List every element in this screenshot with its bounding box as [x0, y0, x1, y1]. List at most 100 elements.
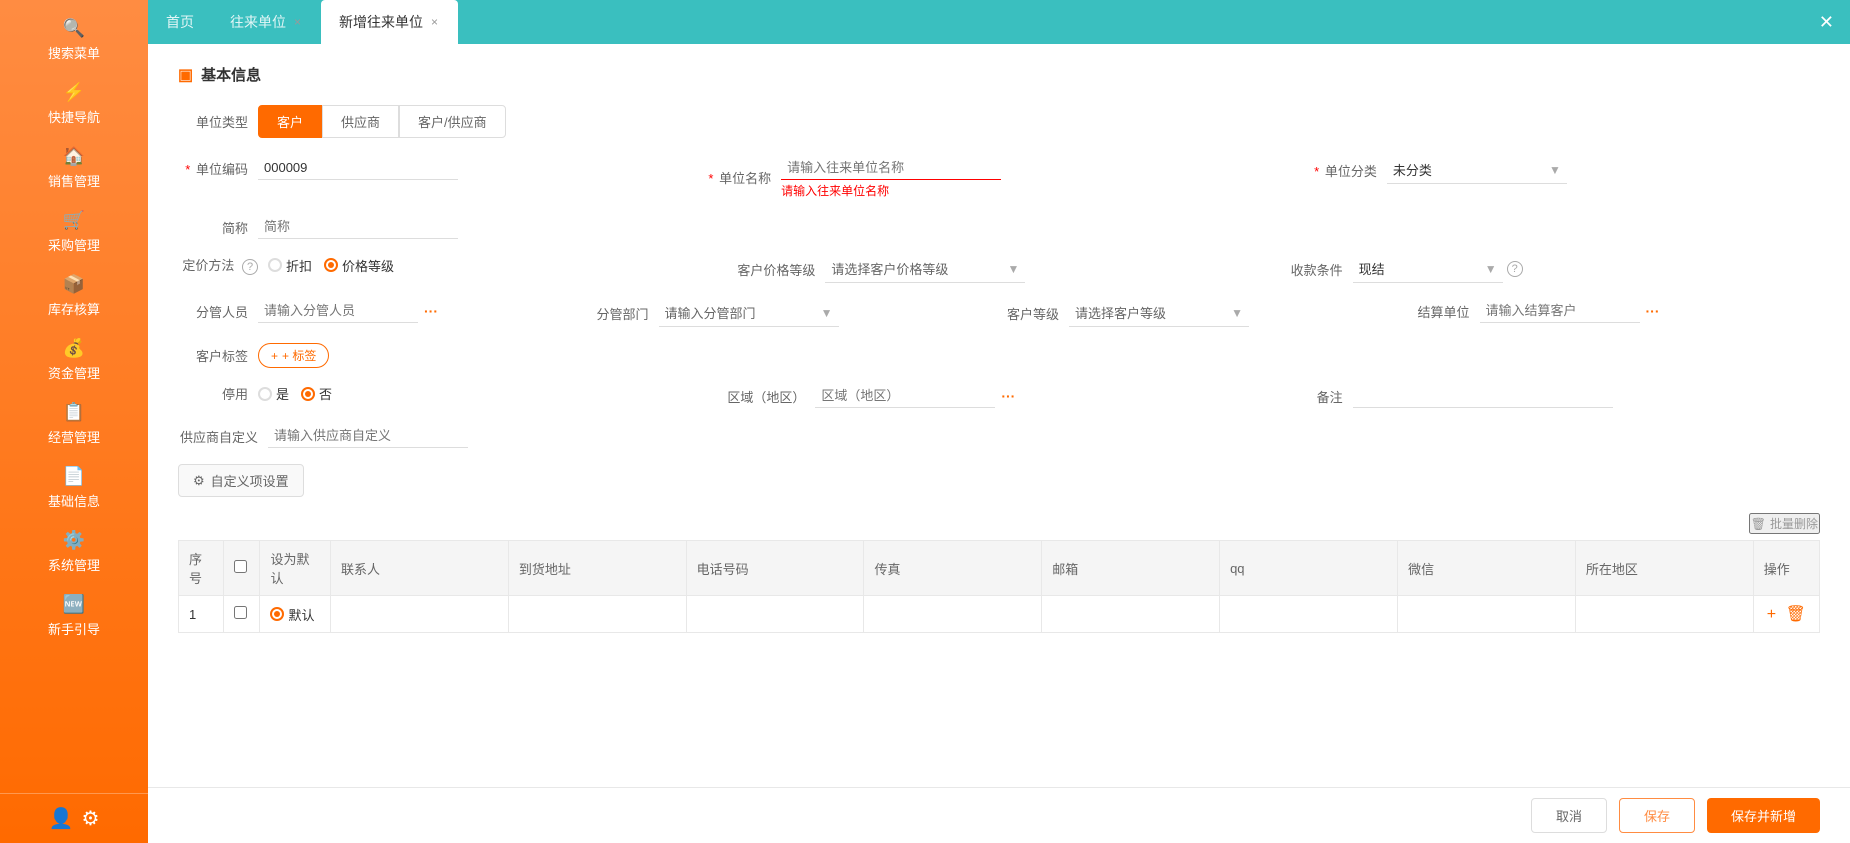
- pricing-radio-group: 折扣 价格等级: [268, 256, 394, 275]
- sidebar-item-basic-info[interactable]: 📄 基础信息: [0, 456, 148, 520]
- tab-new-contact-close[interactable]: ×: [429, 15, 440, 29]
- user-icon[interactable]: 👤: [49, 806, 74, 831]
- tab-home[interactable]: 首页: [148, 0, 212, 44]
- customer-level-placeholder: 请选择客户等级: [1075, 303, 1227, 322]
- batch-delete-row: 🗑 批量删除: [178, 513, 1820, 534]
- dropdown-arrow-icon: ▼: [1485, 262, 1497, 276]
- col-phone: 电话号码: [686, 541, 864, 596]
- row-contact[interactable]: [331, 596, 509, 633]
- row-default-radio-circle: [270, 607, 284, 621]
- sidebar-item-operation[interactable]: 📋 经营管理: [0, 392, 148, 456]
- custom-settings-button[interactable]: ⚙ 自定义项设置: [178, 464, 304, 497]
- manager-label: 分管人员: [178, 302, 258, 321]
- delete-row-button[interactable]: 🗑: [1783, 604, 1809, 624]
- unit-code-input[interactable]: [258, 156, 458, 180]
- window-close-button[interactable]: ✕: [1819, 12, 1850, 33]
- section-title-text: 基本信息: [201, 64, 261, 85]
- row-default-label: 默认: [288, 605, 314, 624]
- sidebar: 🔍 搜索菜单 ⚡ 快捷导航 🏠 销售管理 🛒 采购管理 📦 库存核算 💰 资金管…: [0, 0, 148, 843]
- tab-bar: 首页 往来单位 × 新增往来单位 × ✕: [148, 0, 1850, 44]
- table-header-row: 序号 设为默认 联系人 到货地址 电话号码 传真 邮箱 qq 微信 所在地区 操…: [179, 541, 1820, 596]
- radio-price-level-circle: [324, 258, 338, 272]
- manager-input[interactable]: [258, 299, 418, 323]
- unit-name-error: 请输入往来单位名称: [781, 182, 1001, 199]
- row-management: 分管人员 ··· 分管部门 请输入分管部门 ▼ 客户等级 请选择客户等级 ▼: [178, 299, 1820, 327]
- unit-name-input[interactable]: [781, 156, 1001, 180]
- radio-no[interactable]: 否: [301, 384, 332, 403]
- sidebar-item-quick-nav[interactable]: ⚡ 快捷导航: [0, 72, 148, 136]
- row-abbreviation: 简称: [178, 215, 1820, 239]
- row-supplier-custom: 供应商自定义: [178, 424, 1820, 448]
- disabled-radio-group: 是 否: [258, 384, 332, 403]
- tab-new-contact[interactable]: 新增往来单位 ×: [321, 0, 458, 44]
- contact-input[interactable]: [341, 607, 498, 622]
- unit-category-label: * 单位分类: [1307, 161, 1387, 180]
- tab-contacts-close[interactable]: ×: [292, 15, 303, 29]
- sidebar-item-system[interactable]: ⚙️ 系统管理: [0, 520, 148, 584]
- radio-yes[interactable]: 是: [258, 384, 289, 403]
- email-input[interactable]: [1052, 607, 1209, 622]
- sidebar-item-purchase[interactable]: 🛒 采购管理: [0, 200, 148, 264]
- row-phone[interactable]: [686, 596, 864, 633]
- customer-price-level-select[interactable]: 请选择客户价格等级 ▼: [825, 255, 1025, 283]
- add-row-button[interactable]: +: [1764, 606, 1779, 624]
- unit-name-field-wrapper: 请输入往来单位名称: [781, 156, 1001, 199]
- sidebar-item-finance[interactable]: 💰 资金管理: [0, 328, 148, 392]
- row-area[interactable]: [1575, 596, 1753, 633]
- sidebar-item-search[interactable]: 🔍 搜索菜单: [0, 8, 148, 72]
- unit-category-select[interactable]: 未分类 ▼: [1387, 156, 1567, 184]
- payment-terms-select[interactable]: 现结 ▼: [1353, 255, 1503, 283]
- add-tag-button[interactable]: + + 标签: [258, 343, 329, 368]
- row-address[interactable]: [508, 596, 686, 633]
- sidebar-item-guide[interactable]: 🆕 新手引导: [0, 584, 148, 648]
- cancel-button[interactable]: 取消: [1531, 798, 1607, 833]
- settings-icon[interactable]: ⚙: [81, 806, 99, 831]
- region-input[interactable]: [815, 384, 995, 408]
- col-contact: 联系人: [331, 541, 509, 596]
- field-department: 分管部门 请输入分管部门 ▼: [589, 299, 1000, 327]
- wechat-input[interactable]: [1408, 607, 1565, 622]
- radio-price-level[interactable]: 价格等级: [324, 256, 394, 275]
- phone-input[interactable]: [697, 607, 854, 622]
- row-default-radio[interactable]: 默认: [270, 605, 320, 624]
- pricing-help-icon[interactable]: ?: [242, 259, 258, 275]
- customer-level-select[interactable]: 请选择客户等级 ▼: [1069, 299, 1249, 327]
- department-select[interactable]: 请输入分管部门 ▼: [659, 299, 839, 327]
- basic-info-icon: 📄: [63, 466, 85, 487]
- supplier-custom-input[interactable]: [268, 424, 468, 448]
- field-abbreviation: 简称: [178, 215, 1820, 239]
- settlement-unit-input[interactable]: [1480, 299, 1640, 323]
- type-btn-customer[interactable]: 客户: [258, 105, 322, 138]
- remark-input[interactable]: [1353, 384, 1613, 408]
- settlement-unit-more-btn[interactable]: ···: [1646, 303, 1660, 319]
- type-btn-supplier[interactable]: 供应商: [322, 105, 399, 138]
- save-button[interactable]: 保存: [1619, 798, 1695, 833]
- sidebar-item-sales[interactable]: 🏠 销售管理: [0, 136, 148, 200]
- field-unit-category: * 单位分类 未分类 ▼: [1307, 156, 1820, 184]
- save-and-add-button[interactable]: 保存并新增: [1707, 798, 1820, 833]
- radio-discount[interactable]: 折扣: [268, 256, 312, 275]
- row-checkbox-input[interactable]: [234, 606, 247, 619]
- row-unit-info: * 单位编码 * 单位名称 请输入往来单位名称 *: [178, 156, 1820, 199]
- row-qq[interactable]: [1220, 596, 1398, 633]
- abbreviation-input[interactable]: [258, 215, 458, 239]
- type-btn-both[interactable]: 客户/供应商: [399, 105, 506, 138]
- batch-delete-button[interactable]: 🗑 批量删除: [1749, 513, 1820, 534]
- col-email: 邮箱: [1042, 541, 1220, 596]
- row-fax[interactable]: [864, 596, 1042, 633]
- sidebar-item-inventory[interactable]: 📦 库存核算: [0, 264, 148, 328]
- payment-help-icon[interactable]: ?: [1507, 261, 1523, 277]
- address-input[interactable]: [519, 607, 676, 622]
- row-email[interactable]: [1042, 596, 1220, 633]
- select-all-checkbox[interactable]: [234, 560, 247, 573]
- region-more-btn[interactable]: ···: [1001, 388, 1015, 404]
- tab-contacts[interactable]: 往来单位 ×: [212, 0, 321, 44]
- sales-icon: 🏠: [63, 146, 85, 167]
- system-icon: ⚙️: [63, 530, 85, 551]
- area-input[interactable]: [1586, 607, 1743, 622]
- qq-input[interactable]: [1230, 607, 1387, 622]
- fax-input[interactable]: [874, 607, 1031, 622]
- row-wechat[interactable]: [1398, 596, 1576, 633]
- field-settlement-unit: 结算单位 ···: [1410, 299, 1821, 323]
- manager-more-btn[interactable]: ···: [424, 303, 438, 319]
